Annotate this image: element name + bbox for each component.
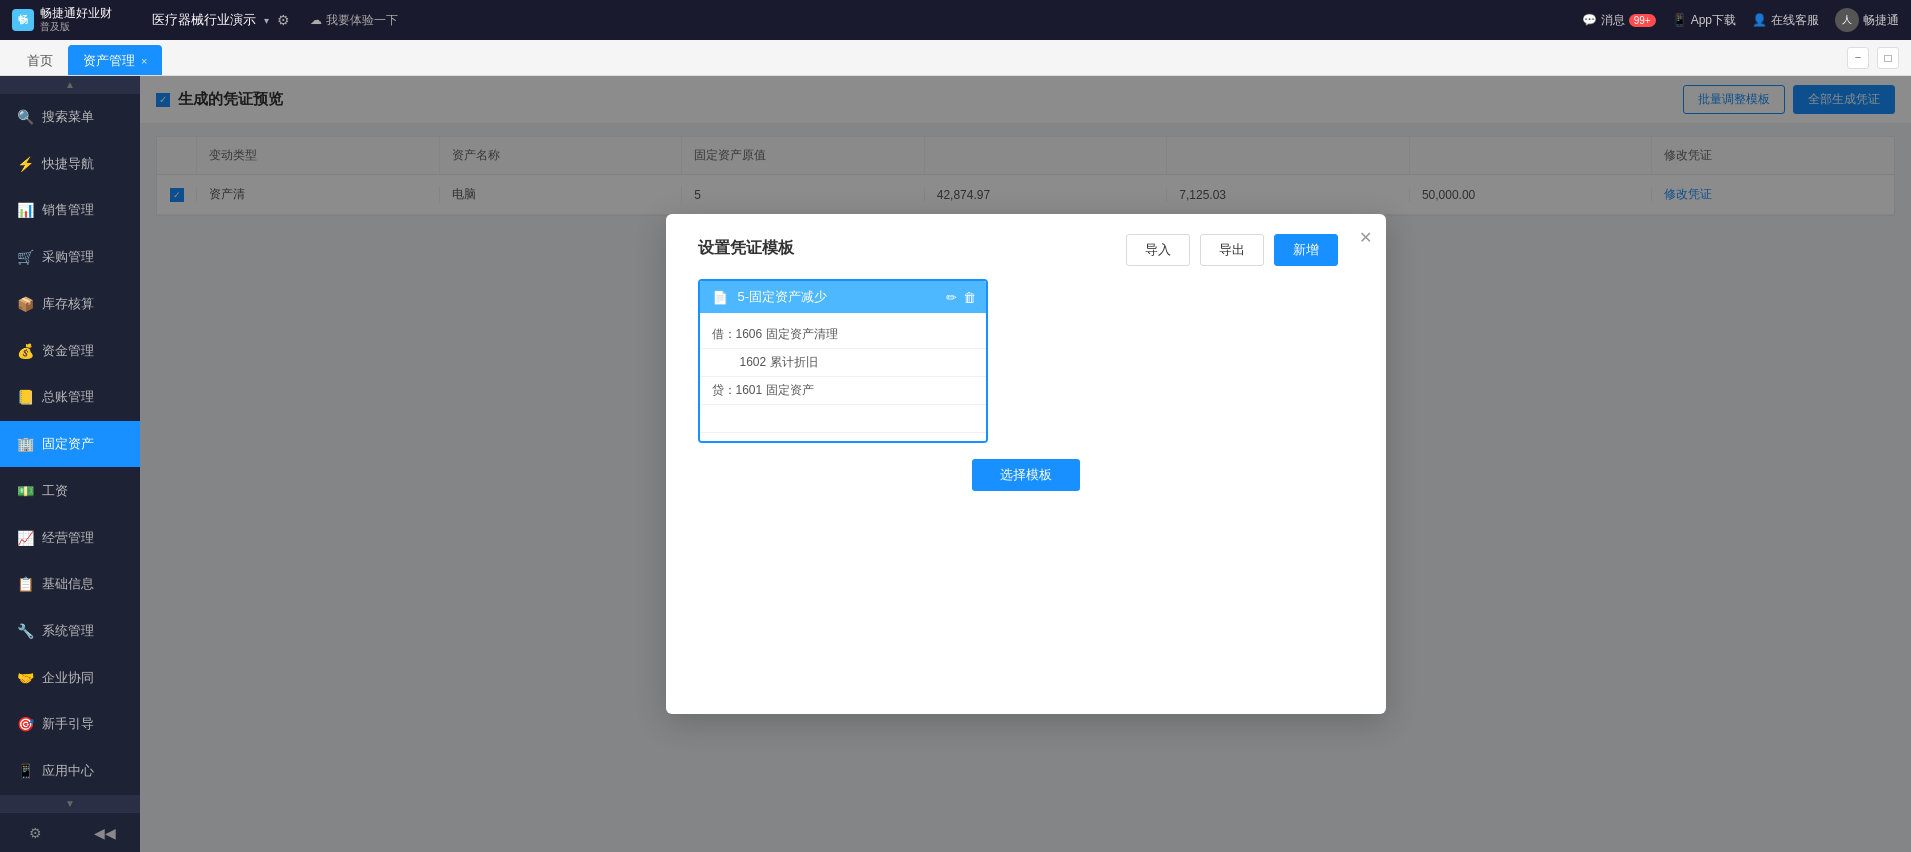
system-icon: 🔧 — [16, 622, 34, 640]
user-avatar[interactable]: 人 畅捷通 — [1835, 8, 1899, 32]
dropdown-icon[interactable]: ▾ — [264, 15, 269, 26]
modal-close-btn[interactable]: ✕ — [1359, 228, 1372, 247]
template-edit-icon[interactable]: ✏ — [946, 290, 957, 305]
template-card: 📄 5-固定资产减少 ✏ 🗑 借：1606 固定资 — [698, 279, 988, 443]
logo-icon: 畅 — [12, 9, 34, 31]
sidebar-item-app-center[interactable]: 📱 应用中心 — [0, 748, 140, 795]
template-card-header: 📄 5-固定资产减少 ✏ 🗑 — [700, 281, 986, 313]
template-card-actions: ✏ 🗑 — [946, 290, 976, 305]
sales-icon: 📊 — [16, 201, 34, 219]
tabbar-controls: － □ — [1847, 47, 1899, 69]
fixed-assets-icon: 🏢 — [16, 435, 34, 453]
ledger-icon: 📒 — [16, 388, 34, 406]
app-center-icon: 📱 — [16, 762, 34, 780]
main-content: ✓ 生成的凭证预览 批量调整模板 全部生成凭证 变动类型 资产名称 固定资产原值… — [140, 76, 1911, 852]
modal-dialog: ✕ 设置凭证模板 导入 导出 新增 📄 5-固定资产减少 ✏ — [666, 214, 1386, 714]
sidebar-item-payroll[interactable]: 💵 工资 — [0, 467, 140, 514]
template-card-title: 5-固定资产减少 — [738, 288, 938, 306]
sidebar: ▲ 🔍 搜索菜单 ⚡ 快捷导航 📊 销售管理 🛒 采购管理 📦 库存核算 💰 资… — [0, 76, 140, 852]
app-download-btn[interactable]: 📱 App下载 — [1672, 12, 1736, 29]
service-icon: 👤 — [1752, 13, 1767, 27]
credit-label: 贷：1601 固定资产 — [700, 382, 860, 399]
main-layout: ▲ 🔍 搜索菜单 ⚡ 快捷导航 📊 销售管理 🛒 采购管理 📦 库存核算 💰 资… — [0, 76, 1911, 852]
logo-sub: 普及版 — [40, 20, 112, 34]
guide-icon: 🎯 — [16, 715, 34, 733]
inventory-icon: 📦 — [16, 295, 34, 313]
sidebar-item-search[interactable]: 🔍 搜索菜单 — [0, 94, 140, 141]
sidebar-item-ledger[interactable]: 📒 总账管理 — [0, 374, 140, 421]
company-name: 医疗器械行业演示 — [152, 11, 256, 29]
sidebar-item-cooperation[interactable]: 🤝 企业协同 — [0, 654, 140, 701]
finance-icon: 💰 — [16, 342, 34, 360]
template-empty-row — [700, 405, 986, 433]
export-btn[interactable]: 导出 — [1200, 234, 1264, 266]
settings-btn[interactable]: ⚙ — [0, 813, 70, 852]
topbar: 畅 畅捷通好业财 普及版 医疗器械行业演示 ▾ ⚙ ☁ 我要体验一下 💬 消息 … — [0, 0, 1911, 40]
tab-close-icon[interactable]: × — [141, 55, 147, 67]
sidebar-item-system[interactable]: 🔧 系统管理 — [0, 608, 140, 655]
avatar: 人 — [1835, 8, 1859, 32]
import-btn[interactable]: 导入 — [1126, 234, 1190, 266]
debit-label-2: 1602 累计折旧 — [700, 354, 860, 371]
tab-home[interactable]: 首页 — [12, 45, 68, 75]
modal-overlay[interactable]: ✕ 设置凭证模板 导入 导出 新增 📄 5-固定资产减少 ✏ — [140, 76, 1911, 852]
sidebar-item-guide[interactable]: 🎯 新手引导 — [0, 701, 140, 748]
messages-btn[interactable]: 💬 消息 99+ — [1582, 12, 1656, 29]
sidebar-item-finance[interactable]: 💰 资金管理 — [0, 327, 140, 374]
topbar-right: 💬 消息 99+ 📱 App下载 👤 在线客服 人 畅捷通 — [1582, 8, 1899, 32]
cooperation-icon: 🤝 — [16, 669, 34, 687]
try-experience[interactable]: ☁ 我要体验一下 — [310, 12, 398, 29]
template-doc-icon: 📄 — [710, 287, 730, 307]
sidebar-item-sales[interactable]: 📊 销售管理 — [0, 187, 140, 234]
modal-toolbar: 导入 导出 新增 — [1126, 234, 1338, 266]
logo: 畅 畅捷通好业财 普及版 — [12, 6, 152, 34]
debit-label: 借：1606 固定资产清理 — [700, 326, 860, 343]
sidebar-item-inventory[interactable]: 📦 库存核算 — [0, 280, 140, 327]
sidebar-item-basic-info[interactable]: 📋 基础信息 — [0, 561, 140, 608]
sidebar-bottom: ⚙ ◀◀ — [0, 812, 140, 852]
search-icon: 🔍 — [16, 108, 34, 126]
online-service-btn[interactable]: 👤 在线客服 — [1752, 12, 1819, 29]
logo-title: 畅捷通好业财 — [40, 6, 112, 20]
app-icon: 📱 — [1672, 13, 1687, 27]
sidebar-scroll-up[interactable]: ▲ — [0, 76, 140, 94]
cloud-icon: ☁ — [310, 13, 322, 27]
template-delete-icon[interactable]: 🗑 — [963, 290, 976, 305]
message-badge: 99+ — [1629, 14, 1656, 27]
new-btn[interactable]: 新增 — [1274, 234, 1338, 266]
template-credit-row-1: 贷：1601 固定资产 — [700, 377, 986, 405]
purchase-icon: 🛒 — [16, 248, 34, 266]
message-icon: 💬 — [1582, 13, 1597, 27]
operations-icon: 📈 — [16, 529, 34, 547]
basic-info-icon: 📋 — [16, 575, 34, 593]
sidebar-item-quick-nav[interactable]: ⚡ 快捷导航 — [0, 140, 140, 187]
topbar-middle: 医疗器械行业演示 ▾ ⚙ ☁ 我要体验一下 — [152, 11, 1582, 29]
maximize-btn[interactable]: □ — [1877, 47, 1899, 69]
tab-asset-management[interactable]: 资产管理 × — [68, 45, 162, 75]
template-card-body: 借：1606 固定资产清理 1602 累计折旧 — [700, 313, 986, 441]
sidebar-scroll-down[interactable]: ▼ — [0, 795, 140, 813]
sidebar-item-fixed-assets[interactable]: 🏢 固定资产 — [0, 421, 140, 468]
template-debit-row-1: 借：1606 固定资产清理 — [700, 321, 986, 349]
quick-nav-icon: ⚡ — [16, 155, 34, 173]
select-template-btn[interactable]: 选择模板 — [972, 459, 1080, 491]
template-debit-row-2: 1602 累计折旧 — [700, 349, 986, 377]
payroll-icon: 💵 — [16, 482, 34, 500]
gear-icon[interactable]: ⚙ — [277, 12, 290, 28]
tabbar: 首页 资产管理 × － □ — [0, 40, 1911, 76]
sidebar-item-operations[interactable]: 📈 经营管理 — [0, 514, 140, 561]
collapse-btn[interactable]: ◀◀ — [70, 813, 140, 852]
minimize-btn[interactable]: － — [1847, 47, 1869, 69]
sidebar-item-purchase[interactable]: 🛒 采购管理 — [0, 234, 140, 281]
